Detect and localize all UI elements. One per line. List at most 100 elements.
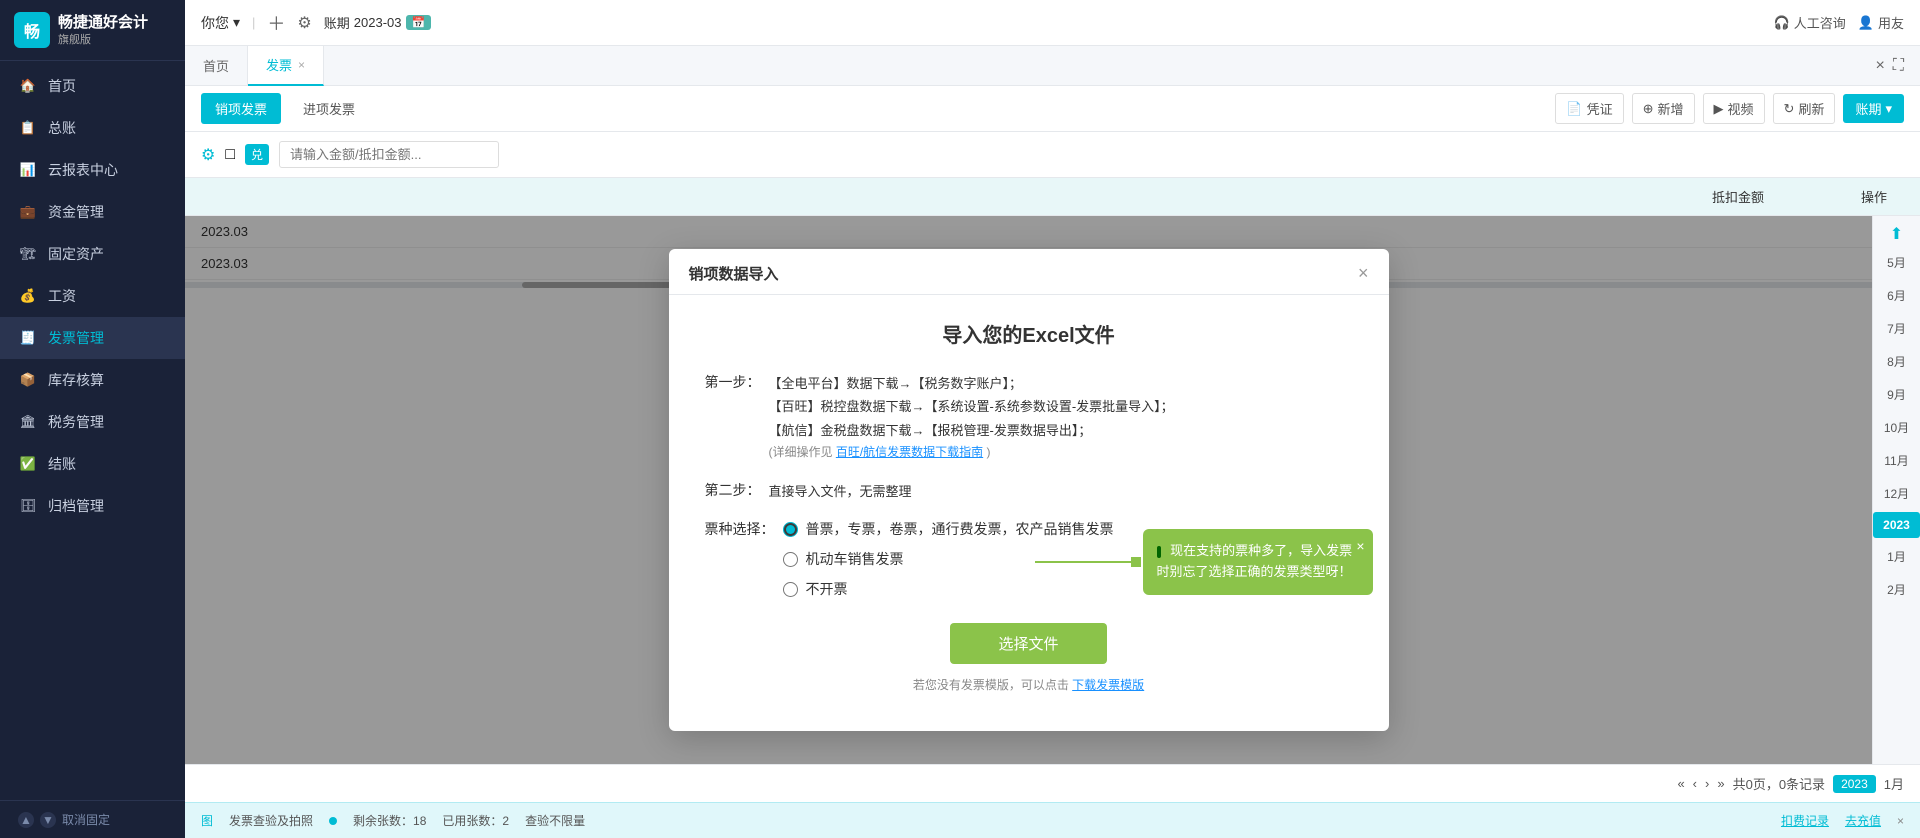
add-invoice-btn[interactable]: ⊕ 新增	[1632, 93, 1695, 124]
sidebar-item-archive[interactable]: 🗄 归档管理	[0, 485, 185, 527]
main-content: 2023.03 2023.03 销项数据导入 ×	[185, 216, 1872, 764]
sub-tab-purchase-invoice[interactable]: 进项发票	[289, 93, 369, 124]
page-month: 1月	[1884, 774, 1904, 793]
sidebar-item-home[interactable]: 🏠 首页	[0, 65, 185, 107]
download-template-link[interactable]: 下载发票模版	[1072, 678, 1144, 692]
settings-icon[interactable]: ⚙	[297, 13, 311, 33]
sidebar-item-general-ledger[interactable]: 📋 总账	[0, 107, 185, 149]
search-input[interactable]	[279, 141, 499, 168]
tab-invoice[interactable]: 发票 ×	[248, 46, 324, 86]
recharge-record-link[interactable]: 扣费记录	[1781, 812, 1829, 829]
voucher-label: 凭证	[1587, 99, 1613, 118]
step1-line-2: 【百旺】税控盘数据下载→【系统设置-系统参数设置-发票批量导入】；	[769, 395, 1174, 418]
invoice-type-icon[interactable]: 兑	[245, 144, 269, 165]
sidebar-item-payroll[interactable]: 💰 工资	[0, 275, 185, 317]
video-btn[interactable]: ▶ 视频	[1703, 93, 1765, 124]
period-badge[interactable]: 📅	[406, 15, 432, 30]
step2: 第二步： 直接导入文件，无需整理	[705, 480, 1353, 503]
company-name: 你您	[201, 13, 229, 33]
radio-no-invoice[interactable]	[783, 582, 798, 597]
step1-line-1: 【全电平台】数据下载→【税务数字账户】；	[769, 372, 1174, 395]
step1-link-suffix: )	[987, 445, 991, 459]
sidebar-item-label: 归档管理	[48, 496, 104, 516]
payroll-icon: 💰	[18, 286, 38, 306]
sub-tab-sales-invoice[interactable]: 销项发票	[201, 93, 281, 124]
radio-no-invoice-label: 不开票	[806, 579, 848, 599]
add-button[interactable]: ＋	[267, 10, 285, 36]
user-button[interactable]: 👤 用友	[1858, 13, 1904, 32]
recharge-btn[interactable]: 去充值	[1845, 812, 1881, 829]
month-oct[interactable]: 10月	[1873, 413, 1920, 442]
sidebar-item-invoice[interactable]: 🧾 发票管理	[0, 317, 185, 359]
table-header: 抵扣金额 操作	[185, 178, 1920, 216]
refresh-label: 刷新	[1798, 99, 1824, 118]
month-feb[interactable]: 2月	[1873, 575, 1920, 604]
sidebar-bottom: ▲ ▼ 取消固定	[0, 800, 185, 838]
step1-guide-link[interactable]: 百旺/航信发票数据下载指南	[836, 445, 983, 459]
topbar: 你您 ▾ | ＋ ⚙ 账期 2023-03 📅 🎧 人工咨询 👤 用友	[185, 0, 1920, 46]
download-hint-area: 若您没有发票模版，可以点击 下载发票模版	[913, 676, 1144, 693]
chevron-down-icon: ▾	[233, 14, 240, 31]
page-last-btn[interactable]: »	[1717, 776, 1724, 791]
month-jul[interactable]: 7月	[1873, 314, 1920, 343]
step1-label: 第一步：	[705, 372, 761, 392]
select-file-btn[interactable]: 选择文件	[950, 623, 1106, 664]
page-first-btn[interactable]: «	[1677, 776, 1684, 791]
voucher-btn[interactable]: 📄 凭证	[1555, 93, 1623, 124]
tax-icon: 🏛	[18, 412, 38, 432]
company-selector[interactable]: 你您 ▾	[201, 13, 240, 33]
scroll-up-btn[interactable]: ▲	[18, 812, 34, 828]
logo-icon: 畅	[14, 12, 50, 48]
download-hint-text: 若您没有发票模版，可以点击	[913, 678, 1069, 692]
sidebar-item-label: 库存核算	[48, 370, 104, 390]
sidebar-item-fund[interactable]: 💼 资金管理	[0, 191, 185, 233]
dialog-body: 导入您的Excel文件 第一步： 【全电平台】数据下载→【税务数字账户】； 【百…	[669, 295, 1389, 731]
sidebar-item-settlement[interactable]: ✅ 结账	[0, 443, 185, 485]
window-close-btn[interactable]: ×	[1875, 57, 1884, 75]
month-sep[interactable]: 9月	[1873, 380, 1920, 409]
cancel-pin-label[interactable]: 取消固定	[62, 811, 110, 828]
tab-home-label: 首页	[203, 56, 229, 75]
month-aug[interactable]: 8月	[1873, 347, 1920, 376]
page-next-btn[interactable]: ›	[1705, 776, 1709, 791]
tooltip-close-btn[interactable]: ×	[1356, 535, 1364, 557]
radio-motor[interactable]	[783, 552, 798, 567]
page-prev-btn[interactable]: ‹	[1693, 776, 1697, 791]
year-badge[interactable]: 2023	[1833, 775, 1876, 793]
ledger-icon: 📋	[18, 118, 38, 138]
year-2023[interactable]: 2023	[1873, 512, 1920, 538]
window-maximize-btn[interactable]: ⛶	[1893, 57, 1904, 75]
consult-button[interactable]: 🎧 人工咨询	[1774, 13, 1846, 32]
radio-motor-label: 机动车销售发票	[806, 549, 904, 569]
month-dec[interactable]: 12月	[1873, 479, 1920, 508]
video-label: 视频	[1728, 99, 1754, 118]
gear-filter-icon[interactable]: ⚙	[201, 145, 215, 165]
period-selector[interactable]: 账期 ▾	[1843, 94, 1904, 123]
month-jan[interactable]: 1月	[1873, 542, 1920, 571]
sidebar-item-inventory[interactable]: 📦 库存核算	[0, 359, 185, 401]
month-jun[interactable]: 6月	[1873, 281, 1920, 310]
dialog-title: 销项数据导入	[689, 263, 779, 284]
period-value: 2023-03	[354, 15, 402, 30]
refresh-icon: ↻	[1784, 101, 1795, 117]
assets-icon: 🏗	[18, 244, 38, 264]
month-may[interactable]: 5月	[1873, 248, 1920, 277]
tab-close-icon[interactable]: ×	[298, 58, 305, 72]
sidebar-item-cloud-report[interactable]: 📊 云报表中心	[0, 149, 185, 191]
sidebar-item-tax[interactable]: 🏛 税务管理	[0, 401, 185, 443]
sidebar-item-label: 税务管理	[48, 412, 104, 432]
sidebar-item-fixed-assets[interactable]: 🏗 固定资产	[0, 233, 185, 275]
invoice-icon: 🧾	[18, 328, 38, 348]
radio-normal[interactable]	[783, 522, 798, 537]
tab-home[interactable]: 首页	[185, 46, 248, 86]
bottom-close-btn[interactable]: ×	[1897, 814, 1904, 828]
month-nov[interactable]: 11月	[1873, 446, 1920, 475]
refresh-btn[interactable]: ↻ 刷新	[1773, 93, 1836, 124]
select-all-checkbox[interactable]: □	[225, 146, 235, 164]
scroll-down-btn[interactable]: ▼	[40, 812, 56, 828]
tab-bar: 首页 发票 × × ⛶	[185, 46, 1920, 86]
scroll-up-icon[interactable]: ⬆	[1890, 224, 1903, 244]
dialog-close-btn[interactable]: ×	[1358, 263, 1369, 284]
inventory-icon: 📦	[18, 370, 38, 390]
step1-content: 【全电平台】数据下载→【税务数字账户】； 【百旺】税控盘数据下载→【系统设置-系…	[769, 372, 1174, 464]
